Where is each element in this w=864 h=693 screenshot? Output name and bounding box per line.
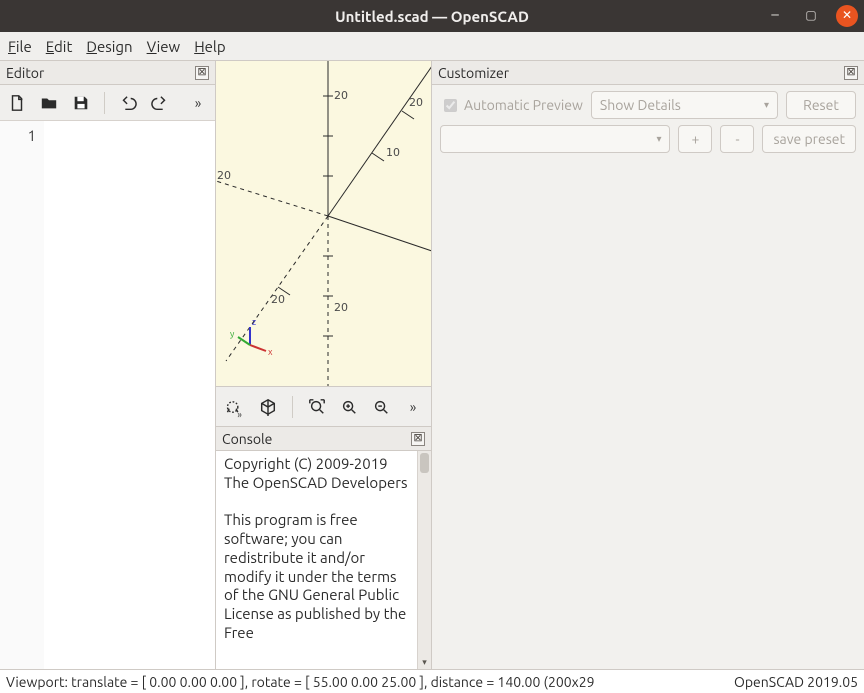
- minus-icon: -: [735, 131, 739, 147]
- svg-text:10: 10: [386, 146, 400, 159]
- plus-icon: +: [692, 131, 700, 147]
- console-panel-close-icon[interactable]: ⊠: [411, 432, 425, 446]
- view-toolbar-overflow-button[interactable]: »: [403, 396, 423, 418]
- undo-button[interactable]: [117, 92, 139, 114]
- preview-button[interactable]: »: [224, 396, 246, 418]
- show-details-label: Show Details: [600, 97, 681, 113]
- zoom-in-button[interactable]: [339, 396, 359, 418]
- maximize-button[interactable]: ▢: [800, 5, 822, 27]
- chevron-right-icon: »: [410, 399, 417, 415]
- console-output[interactable]: Copyright (C) 2009-2019 The OpenSCAD Dev…: [216, 451, 417, 669]
- save-preset-button[interactable]: save preset: [762, 125, 856, 153]
- render-button[interactable]: [258, 396, 278, 418]
- zoom-all-button[interactable]: [307, 396, 327, 418]
- console-panel: Console ⊠ Copyright (C) 2009-2019 The Op…: [216, 427, 431, 669]
- menu-design[interactable]: Design: [86, 38, 132, 55]
- console-panel-title: Console: [222, 431, 272, 447]
- console-panel-header: Console ⊠: [216, 427, 431, 451]
- center-panel: 20 20 20 10 20 20 z x y: [216, 61, 432, 669]
- close-button[interactable]: ✕: [836, 5, 858, 27]
- show-details-select[interactable]: Show Details ▾: [591, 91, 778, 119]
- editor-panel-header: Editor ⊠: [0, 61, 215, 85]
- svg-text:20: 20: [334, 301, 348, 314]
- titlebar: Untitled.scad — OpenSCAD ─ ▢ ✕: [0, 0, 864, 32]
- editor-line-gutter: 1: [0, 121, 44, 669]
- menu-help[interactable]: Help: [194, 38, 225, 55]
- menu-edit[interactable]: Edit: [46, 38, 73, 55]
- menubar: File Edit Design View Help: [0, 32, 864, 60]
- status-bar: Viewport: translate = [ 0.00 0.00 0.00 ]…: [0, 669, 864, 693]
- svg-text:20: 20: [217, 169, 231, 182]
- customizer-panel-title: Customizer: [438, 65, 509, 81]
- preset-remove-button[interactable]: -: [720, 125, 754, 153]
- status-viewport-text: Viewport: translate = [ 0.00 0.00 0.00 ]…: [6, 674, 595, 690]
- customizer-panel: Customizer ⊠ Automatic Preview Show Deta…: [432, 61, 864, 669]
- new-file-button[interactable]: [6, 92, 28, 114]
- svg-text:z: z: [252, 317, 256, 327]
- view-toolbar-separator: [292, 396, 293, 418]
- toolbar-separator: [104, 92, 105, 114]
- menu-file[interactable]: File: [8, 38, 32, 55]
- editor-body: 1: [0, 121, 215, 669]
- line-number: 1: [8, 127, 36, 144]
- redo-button[interactable]: [149, 92, 171, 114]
- chevron-down-icon: ▾: [764, 99, 769, 111]
- auto-preview-input[interactable]: [444, 99, 457, 112]
- preset-select[interactable]: ▾: [440, 125, 670, 153]
- chevron-right-icon: »: [195, 95, 202, 111]
- main-area: Editor ⊠ » 1: [0, 60, 864, 669]
- code-editor[interactable]: [44, 121, 215, 669]
- editor-panel-close-icon[interactable]: ⊠: [195, 66, 209, 80]
- scroll-thumb[interactable]: [420, 453, 429, 473]
- auto-preview-label: Automatic Preview: [464, 97, 583, 113]
- svg-text:y: y: [230, 329, 235, 339]
- preset-add-button[interactable]: +: [678, 125, 712, 153]
- save-file-button[interactable]: [70, 92, 92, 114]
- scroll-down-icon[interactable]: ▾: [418, 657, 431, 669]
- window-title: Untitled.scad — OpenSCAD: [0, 8, 864, 25]
- minimize-button[interactable]: ─: [764, 5, 786, 27]
- editor-toolbar-overflow-button[interactable]: »: [187, 92, 209, 114]
- view-toolbar: » »: [216, 387, 431, 427]
- editor-panel-title: Editor: [6, 65, 44, 81]
- svg-text:x: x: [268, 347, 273, 357]
- customizer-panel-close-icon[interactable]: ⊠: [844, 66, 858, 80]
- open-file-button[interactable]: [38, 92, 60, 114]
- svg-text:20: 20: [409, 96, 423, 109]
- customizer-panel-header: Customizer ⊠: [432, 61, 864, 85]
- menu-view[interactable]: View: [147, 38, 181, 55]
- reset-button[interactable]: Reset: [786, 91, 856, 119]
- editor-panel: Editor ⊠ » 1: [0, 61, 216, 669]
- editor-toolbar: »: [0, 85, 215, 121]
- status-version-text: OpenSCAD 2019.05: [734, 674, 858, 690]
- console-scrollbar[interactable]: ▴ ▾: [417, 451, 431, 669]
- save-preset-label: save preset: [773, 131, 845, 147]
- 3d-viewport[interactable]: 20 20 20 10 20 20 z x y: [216, 61, 431, 387]
- svg-text:20: 20: [271, 293, 285, 306]
- auto-preview-checkbox[interactable]: Automatic Preview: [440, 96, 583, 115]
- zoom-out-button[interactable]: [371, 396, 391, 418]
- svg-text:20: 20: [334, 89, 348, 102]
- reset-label: Reset: [803, 97, 839, 113]
- chevron-down-icon: ▾: [656, 133, 661, 145]
